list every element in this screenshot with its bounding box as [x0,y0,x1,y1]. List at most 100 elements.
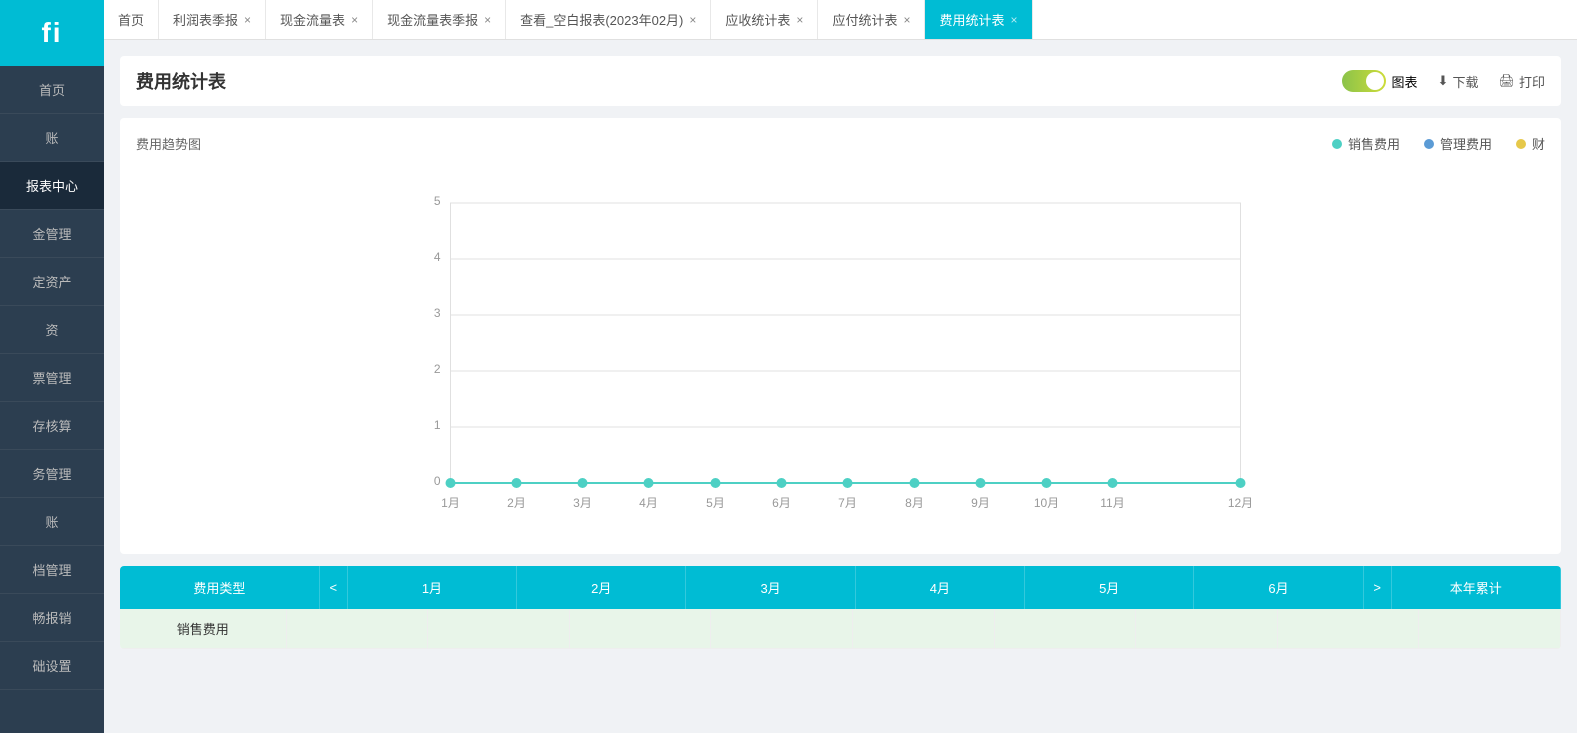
svg-text:9月: 9月 [971,496,990,510]
legend-dot-manage [1424,139,1434,149]
sidebar-item-assets[interactable]: 定资产 [0,258,104,306]
legend-dot-sales [1332,139,1342,149]
tab-close-payable[interactable]: × [903,13,910,27]
svg-text:11月: 11月 [1100,496,1124,510]
sidebar-item-tickets[interactable]: 票管理 [0,354,104,402]
tab-payable[interactable]: 应付统计表 × [818,0,925,39]
tab-close-expense[interactable]: × [1010,13,1017,27]
chart-toggle[interactable]: 图表 [1342,70,1418,92]
th-total: 本年累计 [1392,566,1561,609]
sidebar-item-settings[interactable]: 础设置 [0,642,104,690]
svg-text:1月: 1月 [441,496,460,510]
legend-label-sales: 销售费用 [1348,134,1400,153]
content-area: 费用统计表 图表 ⬇ 下载 🖨 打印 [104,40,1577,733]
sidebar-item-account[interactable]: 账 [0,114,104,162]
tab-receivable[interactable]: 应收统计表 × [711,0,818,39]
tab-close-profit[interactable]: × [244,13,251,27]
th-col-4: 4月 [856,566,1025,609]
svg-text:3月: 3月 [573,496,592,510]
svg-text:7月: 7月 [838,496,857,510]
th-col-6: 6月 [1194,566,1363,609]
tab-expense[interactable]: 费用统计表 × [925,0,1032,39]
tab-close-receivable[interactable]: × [796,13,803,27]
th-type: 费用类型 [120,566,320,609]
print-icon: 🖨 [1498,73,1515,89]
legend-manage: 管理费用 [1424,134,1492,153]
svg-text:10月: 10月 [1034,496,1059,510]
td-val-4 [853,609,995,648]
legend-sales: 销售费用 [1332,134,1400,153]
svg-text:5月: 5月 [706,496,725,510]
tab-home[interactable]: 首页 [104,0,159,39]
th-col-1: 1月 [348,566,517,609]
svg-text:2: 2 [434,362,441,376]
sidebar-item-reports[interactable]: 报表中心 [0,162,104,210]
svg-text:0: 0 [434,474,441,488]
table-section: 费用类型 < 1月 2月 3月 4月 5月 6月 > 本年累计 销售费用 [120,566,1561,649]
td-nav-space2 [1278,609,1420,648]
td-type: 销售费用 [120,609,287,648]
chart-svg-wrapper: 0 1 2 3 4 5 [136,165,1545,538]
table-header-row: 费用类型 < 1月 2月 3月 4月 5月 6月 > 本年累计 [120,566,1561,609]
tab-close-cashflow-q[interactable]: × [484,13,491,27]
toggle-track[interactable] [1342,70,1386,92]
td-nav-space [287,609,429,648]
tab-close-cashflow[interactable]: × [351,13,358,27]
legend-label-finance: 财 [1532,134,1545,153]
svg-text:4: 4 [434,250,441,264]
sidebar: fi 首页 账 报表中心 金管理 定资产 资 票管理 存核算 务管理 账 档管理… [0,0,104,733]
sidebar-item-files[interactable]: 档管理 [0,546,104,594]
page-title: 费用统计表 [136,68,226,94]
table-row-sales: 销售费用 [120,609,1561,649]
header-actions: 图表 ⬇ 下载 🖨 打印 [1342,70,1545,92]
svg-text:1: 1 [434,418,441,432]
th-col-2: 2月 [517,566,686,609]
download-button[interactable]: ⬇ 下载 [1438,72,1479,91]
print-button[interactable]: 🖨 打印 [1498,72,1545,91]
tab-bar: 首页 利润表季报 × 现金流量表 × 现金流量表季报 × 查看_空白报表(202… [104,0,1577,40]
sidebar-item-cash[interactable]: 金管理 [0,210,104,258]
svg-text:5: 5 [434,194,441,208]
svg-text:8月: 8月 [905,496,924,510]
tab-cashflow[interactable]: 现金流量表 × [266,0,373,39]
sidebar-item-services[interactable]: 务管理 [0,450,104,498]
th-col-3: 3月 [686,566,855,609]
chart-header: 费用趋势图 销售费用 管理费用 财 [136,134,1545,153]
td-val-1 [428,609,570,648]
legend-dot-finance [1516,139,1526,149]
svg-text:6月: 6月 [772,496,791,510]
tab-profit[interactable]: 利润表季报 × [159,0,266,39]
th-nav-next[interactable]: > [1364,566,1392,609]
th-nav-prev[interactable]: < [320,566,348,609]
sidebar-scroll: 首页 账 报表中心 金管理 定资产 资 票管理 存核算 务管理 账 档管理 畅报… [0,66,104,733]
legend-label-manage: 管理费用 [1440,134,1492,153]
chart-title: 费用趋势图 [136,134,201,153]
th-col-5: 5月 [1025,566,1194,609]
download-icon: ⬇ [1438,73,1449,89]
sidebar-item-capital[interactable]: 资 [0,306,104,354]
chart-legend: 销售费用 管理费用 财 [1332,134,1545,153]
sidebar-item-ledger[interactable]: 账 [0,498,104,546]
page-header: 费用统计表 图表 ⬇ 下载 🖨 打印 [120,56,1561,106]
svg-text:2月: 2月 [507,496,526,510]
chart-container: 费用趋势图 销售费用 管理费用 财 [120,118,1561,554]
td-val-5 [995,609,1137,648]
toggle-thumb [1366,72,1384,90]
sidebar-logo: fi [0,0,104,66]
main-area: 首页 利润表季报 × 现金流量表 × 现金流量表季报 × 查看_空白报表(202… [104,0,1577,733]
svg-text:3: 3 [434,306,441,320]
td-val-2 [570,609,712,648]
svg-text:12月: 12月 [1228,496,1253,510]
sidebar-item-expense[interactable]: 畅报销 [0,594,104,642]
td-total [1419,609,1561,648]
tab-close-blank[interactable]: × [689,13,696,27]
tab-blank[interactable]: 查看_空白报表(2023年02月) × [506,0,711,39]
toggle-label: 图表 [1392,72,1418,91]
svg-text:4月: 4月 [639,496,658,510]
td-val-6 [1136,609,1278,648]
sidebar-item-home[interactable]: 首页 [0,66,104,114]
sidebar-item-inventory[interactable]: 存核算 [0,402,104,450]
chart-svg: 0 1 2 3 4 5 [136,165,1545,535]
legend-finance: 财 [1516,134,1545,153]
tab-cashflow-q[interactable]: 现金流量表季报 × [373,0,506,39]
